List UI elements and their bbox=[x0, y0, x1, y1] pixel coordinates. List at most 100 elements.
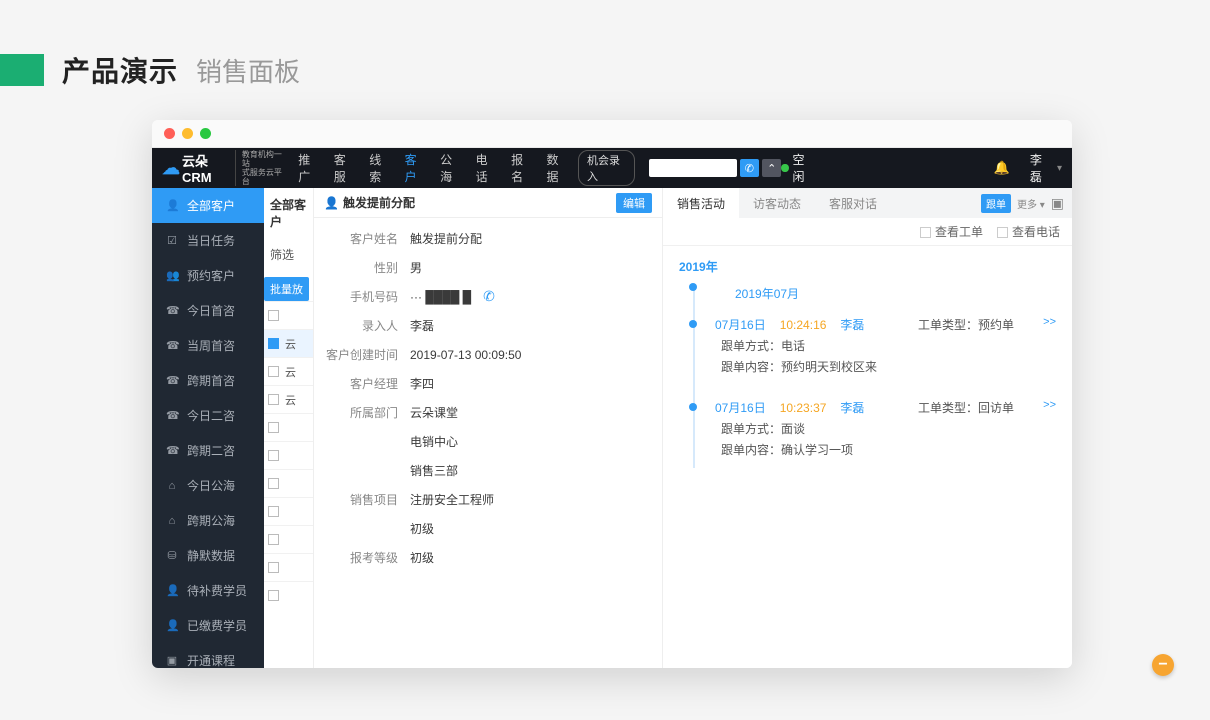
checkbox[interactable] bbox=[268, 562, 279, 573]
checkbox[interactable] bbox=[268, 338, 279, 349]
window-minimize-icon[interactable] bbox=[182, 128, 193, 139]
card-expand[interactable]: >> bbox=[1043, 316, 1056, 328]
activity-card: 07月16日10:23:37李磊工单类型：回访单>>跟单方式：面谈跟单内容：确认… bbox=[709, 393, 1060, 468]
sidebar-item-label: 当日任务 bbox=[187, 232, 235, 249]
window-titlebar bbox=[152, 120, 1072, 148]
current-user[interactable]: 李磊 bbox=[1030, 151, 1051, 185]
detail-label: 客户创建时间 bbox=[326, 346, 398, 363]
sidebar-item-9[interactable]: ⌂ 跨期公海 bbox=[152, 503, 264, 538]
card-user: 李磊 bbox=[840, 399, 864, 416]
sidebar-item-label: 今日首咨 bbox=[187, 302, 235, 319]
topnav-item-0[interactable]: 推广 bbox=[298, 151, 317, 185]
sidebar-item-label: 跨期公海 bbox=[187, 512, 235, 529]
checkbox[interactable] bbox=[268, 310, 279, 321]
sidebar-item-13[interactable]: ▣开通课程 bbox=[152, 643, 264, 668]
card-type: 工单类型：回访单 bbox=[918, 399, 1014, 416]
checkbox[interactable] bbox=[268, 534, 279, 545]
table-row[interactable] bbox=[264, 469, 313, 497]
bell-icon[interactable]: 🔔 bbox=[994, 160, 1010, 176]
sidebar-item-label: 跨期首咨 bbox=[187, 372, 235, 389]
card-content: 跟单内容：确认学习一项 bbox=[721, 441, 1054, 458]
user-menu-chevron-icon[interactable]: ▾ bbox=[1057, 163, 1062, 174]
fab-button[interactable]: − bbox=[1152, 654, 1174, 676]
topnav-item-5[interactable]: 电话 bbox=[476, 151, 495, 185]
detail-label: 客户经理 bbox=[326, 375, 398, 392]
sidebar-item-4[interactable]: ☎当周首咨 bbox=[152, 328, 264, 363]
activity-card: 07月16日10:24:16李磊工单类型：预约单>>跟单方式：电话跟单内容：预约… bbox=[709, 310, 1060, 385]
sidebar-item-0[interactable]: 👤全部客户 bbox=[152, 188, 264, 223]
sidebar-item-2[interactable]: 👥预约客户 bbox=[152, 258, 264, 293]
table-row[interactable] bbox=[264, 413, 313, 441]
sidebar-item-1[interactable]: ☑ 当日任务 bbox=[152, 223, 264, 258]
sidebar-item-8[interactable]: ⌂今日公海 bbox=[152, 468, 264, 503]
topbar: ☁ 云朵CRM 教育机构一站式服务云平台 推广客服线索客户公海电话报名数据 机会… bbox=[152, 148, 1072, 188]
detail-value: 云朵课堂 bbox=[410, 404, 458, 421]
activity-tab-1[interactable]: 访客动态 bbox=[739, 188, 815, 218]
topnav-item-4[interactable]: 公海 bbox=[440, 151, 459, 185]
sidebar-item-5[interactable]: ☎跨期首咨 bbox=[152, 363, 264, 398]
window-maximize-icon[interactable] bbox=[200, 128, 211, 139]
table-row[interactable]: 云 bbox=[264, 329, 313, 357]
checkbox[interactable] bbox=[268, 590, 279, 601]
detail-label: 报考等级 bbox=[326, 549, 398, 566]
activity-tab-2[interactable]: 客服对话 bbox=[815, 188, 891, 218]
card-content: 跟单内容：预约明天到校区来 bbox=[721, 358, 1054, 375]
phone-icon[interactable]: ✆ bbox=[483, 288, 495, 305]
opportunity-button[interactable]: 机会录入 bbox=[578, 150, 635, 186]
table-row[interactable] bbox=[264, 581, 313, 609]
sidebar-item-label: 静默数据 bbox=[187, 547, 235, 564]
checkbox[interactable] bbox=[268, 394, 279, 405]
table-row[interactable]: 云 bbox=[264, 357, 313, 385]
checkbox[interactable] bbox=[268, 506, 279, 517]
sidebar-icon: ☑ bbox=[166, 234, 178, 247]
sidebar-icon: 👤 bbox=[166, 199, 178, 212]
detail-row: 销售项目注册安全工程师 bbox=[326, 485, 650, 514]
sidebar-icon: ▣ bbox=[166, 654, 178, 667]
table-row[interactable]: 云 bbox=[264, 385, 313, 413]
card-method: 跟单方式：面谈 bbox=[721, 420, 1054, 437]
brand-name: 云朵CRM bbox=[182, 151, 229, 185]
checkbox[interactable] bbox=[268, 450, 279, 461]
checkbox[interactable] bbox=[268, 366, 279, 377]
topnav-item-2[interactable]: 线索 bbox=[369, 151, 388, 185]
dial-button[interactable]: ✆ bbox=[740, 159, 759, 177]
card-expand[interactable]: >> bbox=[1043, 399, 1056, 411]
table-row[interactable] bbox=[264, 497, 313, 525]
batch-button[interactable]: 批量放 bbox=[264, 277, 309, 301]
checkbox[interactable] bbox=[268, 478, 279, 489]
more-menu[interactable]: 更多 ▾ bbox=[1017, 196, 1045, 211]
filter-checkbox[interactable]: 查看工单 bbox=[920, 223, 983, 240]
window-close-icon[interactable] bbox=[164, 128, 175, 139]
table-row[interactable] bbox=[264, 441, 313, 469]
topnav-item-3[interactable]: 客户 bbox=[405, 151, 424, 185]
detail-row: 录入人李磊 bbox=[326, 311, 650, 340]
edit-button[interactable]: 编辑 bbox=[616, 193, 652, 213]
topnav-item-7[interactable]: 数据 bbox=[547, 151, 566, 185]
checkbox[interactable] bbox=[268, 422, 279, 433]
sidebar-item-3[interactable]: ☎今日首咨 bbox=[152, 293, 264, 328]
sidebar-item-10[interactable]: ⛁静默数据 bbox=[152, 538, 264, 573]
sidebar-item-12[interactable]: 👤已缴费学员 bbox=[152, 608, 264, 643]
layout-icon[interactable]: ▣ bbox=[1051, 195, 1064, 212]
detail-row: 客户姓名触发提前分配 bbox=[326, 224, 650, 253]
table-row[interactable] bbox=[264, 553, 313, 581]
activity-tab-0[interactable]: 销售活动 bbox=[663, 188, 739, 218]
sidebar-item-7[interactable]: ☎跨期二咨 bbox=[152, 433, 264, 468]
sidebar-item-11[interactable]: 👤待补费学员 bbox=[152, 573, 264, 608]
detail-row: 手机号码··· ████ █✆ bbox=[326, 282, 650, 311]
timeline-month: 2019年07月 bbox=[735, 285, 1060, 302]
table-row[interactable] bbox=[264, 525, 313, 553]
topnav-item-6[interactable]: 报名 bbox=[511, 151, 530, 185]
search-input[interactable] bbox=[649, 159, 737, 177]
status-text: 空闲 bbox=[793, 151, 814, 185]
hangup-button[interactable]: ⌃ bbox=[762, 159, 781, 177]
detail-value: 初级 bbox=[410, 520, 434, 537]
page-subtitle: 销售面板 bbox=[196, 52, 300, 89]
row-text: 云 bbox=[285, 336, 296, 352]
topnav-item-1[interactable]: 客服 bbox=[334, 151, 353, 185]
follow-button[interactable]: 跟单 bbox=[981, 194, 1011, 213]
filter-checkbox[interactable]: 查看电话 bbox=[997, 223, 1060, 240]
sidebar-icon: ⌂ bbox=[166, 515, 178, 527]
sidebar-item-6[interactable]: ☎今日二咨 bbox=[152, 398, 264, 433]
list-filter[interactable]: 筛选 bbox=[264, 238, 313, 271]
